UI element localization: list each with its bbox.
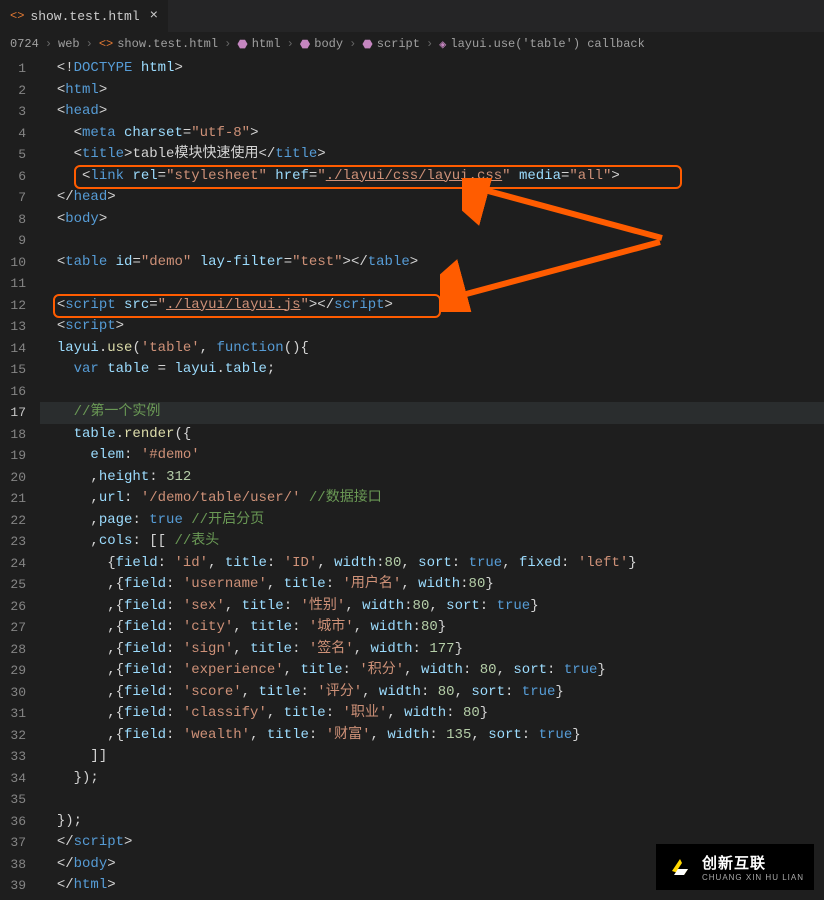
file-tab[interactable]: <> show.test.html ×	[0, 0, 168, 32]
watermark-subtext: CHUANG XIN HU LIAN	[702, 873, 804, 882]
tab-filename: show.test.html	[30, 9, 139, 24]
code-editor[interactable]: 1234567891011121314151617181920212223242…	[0, 56, 824, 897]
html-file-icon: <>	[99, 37, 113, 51]
chevron-right-icon: ›	[86, 37, 93, 51]
html-file-icon: <>	[10, 9, 24, 23]
chevron-right-icon: ›	[426, 37, 433, 51]
tag-icon: ⬣	[362, 37, 372, 52]
tag-icon: ⬣	[237, 37, 247, 52]
chevron-right-icon: ›	[287, 37, 294, 51]
chevron-right-icon: ›	[45, 37, 52, 51]
breadcrumb-item[interactable]: body	[314, 37, 343, 51]
breadcrumb-item[interactable]: html	[252, 37, 281, 51]
breadcrumb-item[interactable]: script	[377, 37, 420, 51]
watermark-text: 创新互联	[702, 852, 804, 873]
close-icon[interactable]: ×	[150, 8, 158, 24]
line-numbers: 1234567891011121314151617181920212223242…	[0, 56, 40, 897]
breadcrumb-item[interactable]: web	[58, 37, 80, 51]
chevron-right-icon: ›	[349, 37, 356, 51]
chevron-right-icon: ›	[224, 37, 231, 51]
tab-bar: <> show.test.html ×	[0, 0, 824, 32]
watermark-logo: 创新互联 CHUANG XIN HU LIAN	[656, 844, 814, 890]
tag-icon: ⬣	[300, 37, 310, 52]
breadcrumb-item[interactable]: show.test.html	[117, 37, 218, 51]
breadcrumb-item[interactable]: 0724	[10, 37, 39, 51]
cube-icon: ◈	[439, 37, 446, 52]
logo-icon	[666, 853, 694, 881]
code-content[interactable]: <!DOCTYPE html> <html> <head> <meta char…	[40, 56, 824, 897]
breadcrumb: 0724 › web › <> show.test.html › ⬣ html …	[0, 32, 824, 56]
breadcrumb-item[interactable]: layui.use('table') callback	[450, 37, 644, 51]
